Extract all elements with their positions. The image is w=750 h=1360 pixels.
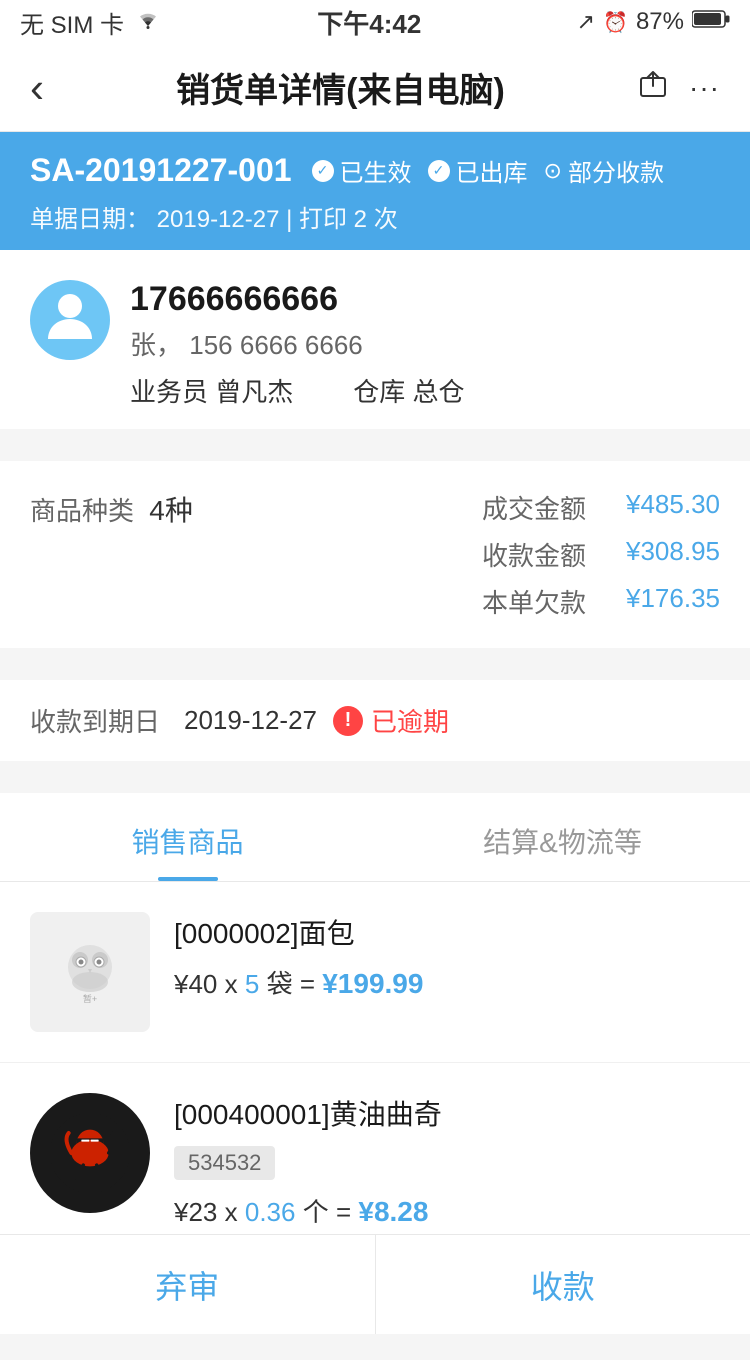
status-partial: ⊙ 部分收款 (544, 153, 664, 188)
product-qty-1: 5 (245, 969, 259, 999)
back-button[interactable]: ‹ (30, 64, 44, 112)
customer-id: 17666666666 (130, 280, 720, 319)
status-effective: ✓ 已生效 (312, 153, 412, 188)
customer-section: 17666666666 张， 156 6666 6666 业务员 曾凡杰 仓库 … (0, 250, 750, 429)
status-bar: 无 SIM 卡 下午4:42 ↗ ⏰ 87% (0, 0, 750, 44)
tabs-section: 销售商品 结算&物流等 (0, 793, 750, 882)
divider-3 (0, 761, 750, 777)
nav-bar: ‹ 销货单详情(来自电脑) ··· (0, 44, 750, 132)
abandon-button[interactable]: 弃审 (0, 1235, 376, 1334)
product-image-1: 暂+ (30, 912, 150, 1032)
stats-left: 商品种类 4种 (30, 489, 193, 529)
collected-row: 收款金额 ¥308.95 (482, 536, 720, 573)
collect-button[interactable]: 收款 (376, 1235, 750, 1334)
overdue-badge: ! 已逾期 (333, 702, 449, 739)
product-name-2: [000400001]黄油曲奇 (174, 1093, 720, 1133)
status-left: 无 SIM 卡 (20, 5, 162, 40)
avatar-icon (40, 284, 100, 356)
product-qty-2: 0.36 (245, 1197, 296, 1227)
alarm-icon: ⏰ (603, 10, 628, 35)
page-title: 销货单详情(来自电脑) (176, 63, 505, 112)
date-info: 单据日期： 2019-12-27 | 打印 2 次 (30, 199, 720, 234)
status-time: 下午4:42 (317, 4, 421, 41)
products-section: 暂+ [0000002]面包 ¥40 x 5 袋 = ¥199.99 (0, 882, 750, 1260)
nav-right: ··· (637, 68, 720, 107)
divider-1 (0, 429, 750, 445)
owed-row: 本单欠款 ¥176.35 (482, 583, 720, 620)
battery-text: 87% (636, 8, 684, 36)
check-icon-1: ✓ (312, 160, 334, 182)
avatar (30, 280, 110, 360)
order-id: SA-20191227-001 (30, 152, 292, 189)
tab-settlement[interactable]: 结算&物流等 (375, 793, 750, 881)
header-band: SA-20191227-001 ✓ 已生效 ✓ 已出库 ⊙ 部分收款 单据日期：… (0, 132, 750, 250)
due-date-value: 2019-12-27 (184, 705, 317, 736)
share-button[interactable] (637, 68, 669, 107)
product-info-1: [0000002]面包 ¥40 x 5 袋 = ¥199.99 (174, 912, 720, 1001)
due-label: 收款到期日 (30, 702, 160, 739)
product-price-2: ¥23 x 0.36 个 = ¥8.28 (174, 1192, 720, 1229)
product-sku-2: 534532 (174, 1146, 275, 1180)
more-button[interactable]: ··· (689, 72, 720, 104)
product-info-2: [000400001]黄油曲奇 534532 ¥23 x 0.36 个 = ¥8… (174, 1093, 720, 1229)
clock-icon: ⊙ (544, 158, 562, 184)
product-item: 暂+ [0000002]面包 ¥40 x 5 袋 = ¥199.99 (0, 882, 750, 1063)
location-icon: ↗ (577, 9, 595, 35)
tab-products[interactable]: 销售商品 (0, 793, 375, 881)
wifi-icon (134, 8, 162, 37)
transaction-value: ¥485.30 (626, 489, 720, 526)
svg-text:暂+: 暂+ (83, 993, 97, 1004)
product-total-2: ¥8.28 (358, 1196, 428, 1227)
stats-section: 商品种类 4种 成交金额 ¥485.30 收款金额 ¥308.95 本单欠款 ¥… (0, 461, 750, 648)
overdue-icon: ! (333, 706, 363, 736)
product-image-2 (30, 1093, 150, 1213)
divider-2 (0, 648, 750, 664)
overdue-label: 已逾期 (371, 702, 449, 739)
category-value: 4种 (149, 495, 193, 526)
customer-meta: 业务员 曾凡杰 仓库 总仓 (130, 372, 720, 409)
battery-icon (692, 8, 730, 36)
check-icon-2: ✓ (428, 160, 450, 182)
status-shipped: ✓ 已出库 (428, 153, 528, 188)
status-tags: ✓ 已生效 ✓ 已出库 ⊙ 部分收款 (312, 153, 664, 188)
status-right: ↗ ⏰ 87% (577, 8, 730, 36)
due-section: 收款到期日 2019-12-27 ! 已逾期 (0, 680, 750, 761)
stats-right: 成交金额 ¥485.30 收款金额 ¥308.95 本单欠款 ¥176.35 (482, 489, 720, 620)
salesperson-field: 业务员 曾凡杰 (130, 372, 293, 409)
bottom-bar: 弃审 收款 (0, 1234, 750, 1334)
product-total-1: ¥199.99 (322, 968, 423, 999)
product-name-1: [0000002]面包 (174, 912, 720, 952)
customer-info: 17666666666 张， 156 6666 6666 业务员 曾凡杰 仓库 … (130, 280, 720, 409)
carrier-text: 无 SIM 卡 (20, 5, 124, 40)
customer-name-phone: 张， 156 6666 6666 (130, 325, 720, 362)
warehouse-field: 仓库 总仓 (353, 372, 464, 409)
nav-left: ‹ (30, 64, 44, 112)
collected-value: ¥308.95 (626, 536, 720, 573)
product-item-2: [000400001]黄油曲奇 534532 ¥23 x 0.36 个 = ¥8… (0, 1063, 750, 1260)
product-price-1: ¥40 x 5 袋 = ¥199.99 (174, 964, 720, 1001)
owed-value: ¥176.35 (626, 583, 720, 620)
transaction-row: 成交金额 ¥485.30 (482, 489, 720, 526)
